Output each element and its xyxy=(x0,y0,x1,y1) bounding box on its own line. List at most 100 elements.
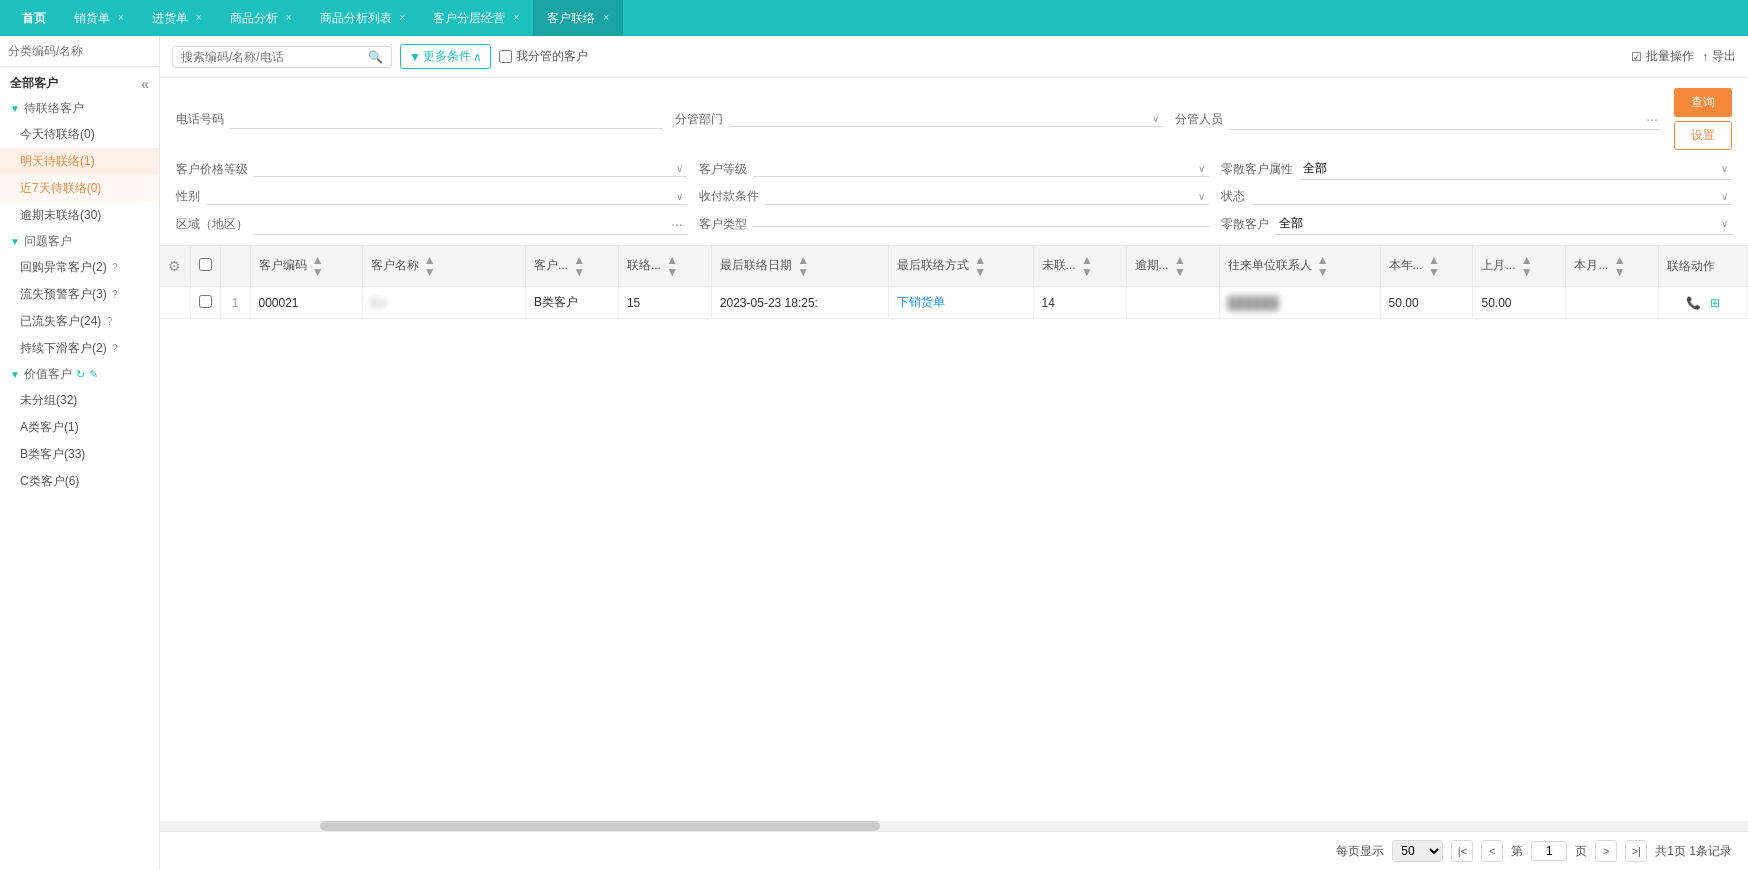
sidebar-item-b-class[interactable]: B类客户(33) xyxy=(0,441,159,468)
gender-select[interactable]: ∨ xyxy=(206,189,687,205)
edit-icon[interactable]: ✎ xyxy=(89,368,98,381)
col-company-contact[interactable]: 往来单位联系人 ▲▼ xyxy=(1219,246,1380,287)
retail-attr-select[interactable]: 全部 ∨ xyxy=(1299,158,1732,180)
sidebar-problem-group[interactable]: ▼ 问题客户 xyxy=(0,229,159,254)
payment-select[interactable]: ∨ xyxy=(765,189,1210,205)
scrollbar-thumb[interactable] xyxy=(320,821,880,831)
export-btn[interactable]: ↑ 导出 xyxy=(1702,48,1736,65)
sidebar-item-churn-warning[interactable]: 流失预警客户(3) ? xyxy=(0,281,159,308)
field-retail-customer: 零散客户 全部 ∨ xyxy=(1221,213,1732,235)
per-page-select[interactable]: 50 100 200 xyxy=(1392,840,1443,862)
sidebar-value-group[interactable]: ▼ 价值客户 ↻ ✎ xyxy=(0,362,159,387)
field-payment: 收付款条件 ∨ xyxy=(699,188,1210,205)
first-page-btn[interactable]: |< xyxy=(1451,840,1473,862)
refresh-icon[interactable]: ↻ xyxy=(76,368,85,381)
more-conditions-btn[interactable]: ▼ 更多条件 ∧ xyxy=(400,44,491,69)
arrow-down-icon-2: ▼ xyxy=(10,236,20,247)
row-contact-count: 15 xyxy=(618,287,711,319)
my-customers-checkbox-label[interactable]: 我分管的客户 xyxy=(499,48,588,65)
col-this-year[interactable]: 本年... ▲▼ xyxy=(1380,246,1473,287)
sort-icon: ▲▼ xyxy=(312,254,324,278)
gear-icon[interactable]: ⚙ xyxy=(168,258,181,274)
next-page-btn[interactable]: > xyxy=(1595,840,1617,862)
horizontal-scrollbar[interactable] xyxy=(160,821,1748,831)
sidebar-search-input[interactable] xyxy=(8,44,158,58)
sidebar-item-7days-contact[interactable]: 近7天待联络(0) xyxy=(0,175,159,202)
close-product-analysis-list[interactable]: × xyxy=(400,0,406,36)
prev-page-btn[interactable]: < xyxy=(1481,840,1503,862)
select-all-checkbox[interactable] xyxy=(199,258,212,271)
customer-type-select[interactable] xyxy=(753,222,1210,227)
field-phone: 电话号码 xyxy=(176,110,663,129)
nav-customer-segmentation[interactable]: 客户分层经营 × xyxy=(419,0,533,36)
region-more-icon[interactable]: ··· xyxy=(671,216,683,232)
row-index: 1 xyxy=(220,287,250,319)
nav-product-analysis-list[interactable]: 商品分析列表 × xyxy=(306,0,420,36)
query-button[interactable]: 查询 xyxy=(1674,88,1732,117)
sidebar-collapse-btn[interactable]: « xyxy=(141,76,149,92)
filter-row-4: 区域（地区） ··· 客户类型 零散客户 全部 xyxy=(176,213,1732,235)
row-checkbox[interactable] xyxy=(190,287,220,319)
last-page-btn[interactable]: >| xyxy=(1625,840,1647,862)
close-customer-segmentation[interactable]: × xyxy=(513,0,519,36)
sidebar-pending-group[interactable]: ▼ 待联络客户 xyxy=(0,96,159,121)
col-this-month[interactable]: 本月... ▲▼ xyxy=(1566,246,1659,287)
nav-customer-contact[interactable]: 客户联络 × xyxy=(533,0,623,36)
my-customers-checkbox[interactable] xyxy=(499,50,512,63)
customer-level-select[interactable]: ∨ xyxy=(753,161,1210,177)
col-last-contact-date[interactable]: 最后联络日期 ▲▼ xyxy=(711,246,888,287)
row-last-contact-date: 2023-05-23 18:25: xyxy=(711,287,888,319)
price-level-select[interactable]: ∨ xyxy=(254,161,687,177)
col-not-contact[interactable]: 未联... ▲▼ xyxy=(1033,246,1126,287)
contact-method-link[interactable]: 下销货单 xyxy=(897,295,945,309)
sidebar-item-a-class[interactable]: A类客户(1) xyxy=(0,414,159,441)
batch-ops-checkbox-icon: ☑ xyxy=(1631,50,1642,64)
nav-sales-order[interactable]: 销货单 × xyxy=(60,0,138,36)
region-select[interactable]: ··· xyxy=(254,214,687,235)
phone-action-icon[interactable]: 📞 xyxy=(1686,296,1701,310)
sidebar-item-c-class[interactable]: C类客户(6) xyxy=(0,468,159,495)
col-contact-count[interactable]: 联络... ▲▼ xyxy=(618,246,711,287)
sidebar-all-customers[interactable]: 全部客户 « xyxy=(0,67,159,96)
page-input[interactable] xyxy=(1531,841,1567,861)
close-product-analysis[interactable]: × xyxy=(286,0,292,36)
field-status: 状态 ∨ xyxy=(1221,188,1732,205)
col-customer-name[interactable]: 客户名称 ▲▼ xyxy=(362,246,525,287)
grid-action-icon[interactable]: ⊞ xyxy=(1710,296,1720,310)
sidebar-item-ungrouped[interactable]: 未分组(32) xyxy=(0,387,159,414)
col-last-contact-method[interactable]: 最后联络方式 ▲▼ xyxy=(888,246,1033,287)
manager-select[interactable]: ··· xyxy=(1229,109,1662,130)
sidebar-item-repurchase-abnormal[interactable]: 回购异常客户(2) ? xyxy=(0,254,159,281)
search-input[interactable] xyxy=(181,50,364,64)
col-customer-type[interactable]: 客户... ▲▼ xyxy=(525,246,618,287)
sidebar-item-tomorrow-contact[interactable]: 明天待联络(1) xyxy=(0,148,159,175)
close-customer-contact[interactable]: × xyxy=(603,0,609,36)
nav-product-analysis[interactable]: 商品分析 × xyxy=(216,0,306,36)
table-row: 1 000021 Ea B类客户 15 2023-05-23 18:25: 下销… xyxy=(160,287,1748,319)
close-sales-order[interactable]: × xyxy=(118,0,124,36)
close-purchase-order[interactable]: × xyxy=(196,0,202,36)
export-icon: ↑ xyxy=(1702,50,1708,64)
col-last-month[interactable]: 上月... ▲▼ xyxy=(1473,246,1566,287)
sidebar-item-today-contact[interactable]: 今天待联络(0) xyxy=(0,121,159,148)
more-icon[interactable]: ··· xyxy=(1646,111,1658,127)
customer-table: ⚙ 客户编码 ▲▼ 客户名称 ▲▼ xyxy=(160,246,1748,319)
col-customer-code[interactable]: 客户编码 ▲▼ xyxy=(250,246,362,287)
status-select[interactable]: ∨ xyxy=(1251,189,1732,205)
dept-select[interactable]: ∨ xyxy=(729,111,1162,127)
nav-purchase-order[interactable]: 进货单 × xyxy=(138,0,216,36)
row-select-checkbox[interactable] xyxy=(199,295,212,308)
sort-icon-9: ▲▼ xyxy=(1317,254,1329,278)
row-customer-code: 000021 xyxy=(250,287,362,319)
row-last-contact-method[interactable]: 下销货单 xyxy=(888,287,1033,319)
batch-ops-btn[interactable]: ☑ 批量操作 xyxy=(1631,48,1694,65)
sidebar-item-overdue-contact[interactable]: 逾期未联络(30) xyxy=(0,202,159,229)
nav-home[interactable]: 首页 xyxy=(8,0,60,36)
retail-customer-select[interactable]: 全部 ∨ xyxy=(1275,213,1732,235)
settings-button[interactable]: 设置 xyxy=(1674,121,1732,150)
search-icon[interactable]: 🔍 xyxy=(368,50,383,64)
sidebar-item-declining[interactable]: 持续下滑客户(2) ? xyxy=(0,335,159,362)
col-overdue[interactable]: 逾期... ▲▼ xyxy=(1126,246,1219,287)
sidebar-item-churned[interactable]: 已流失客户(24) ? xyxy=(0,308,159,335)
phone-input[interactable] xyxy=(230,110,663,129)
